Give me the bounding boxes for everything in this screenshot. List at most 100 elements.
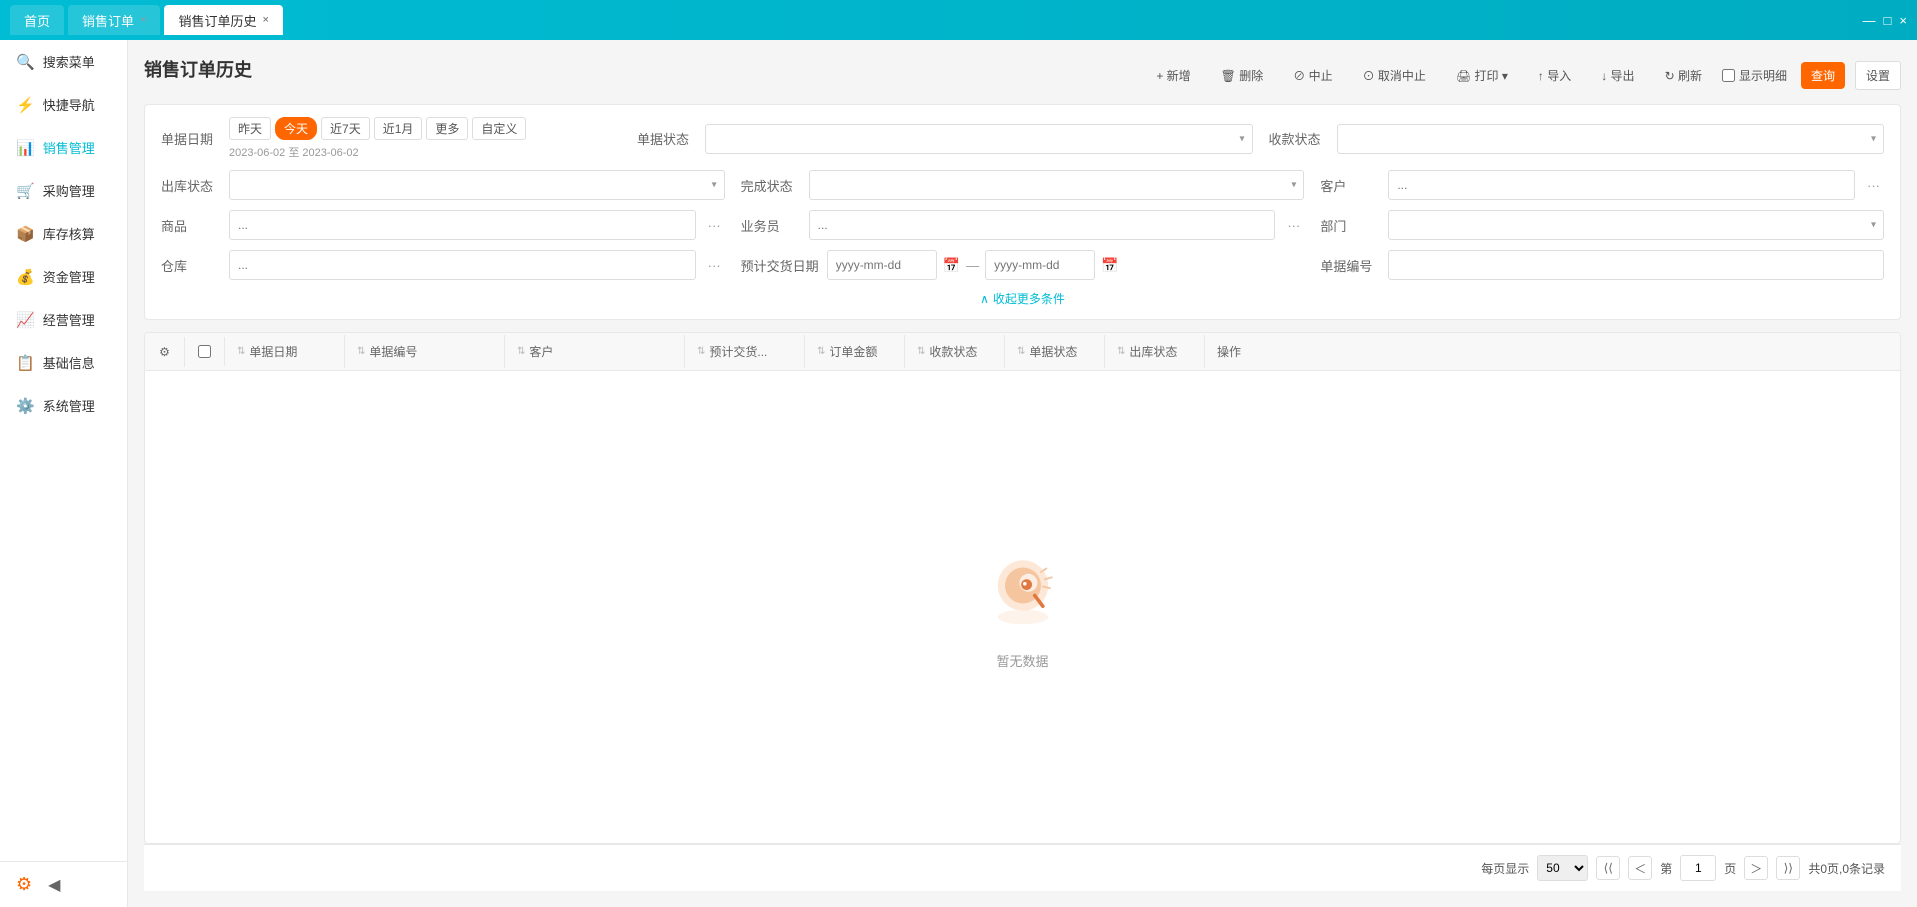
tab-sales-order[interactable]: 销售订单 × (68, 5, 160, 35)
total-label: 共0页,0条记录 (1808, 860, 1885, 877)
th-date-label: 单据日期 (249, 343, 297, 360)
page-size-select[interactable]: 50 10 20 100 (1537, 855, 1588, 881)
outbound-status-select-wrapper: ▾ (229, 170, 725, 200)
stop-button[interactable]: ⊘ 中止 (1283, 62, 1342, 89)
delivery-date-end[interactable] (985, 250, 1095, 280)
customer-dots-icon[interactable]: ··· (1863, 178, 1884, 193)
tab-sales-order-history[interactable]: 销售订单历史 × (164, 5, 282, 35)
prev-page-button[interactable]: ＜ (1628, 856, 1652, 880)
sort-amount-icon[interactable]: ⇅ (817, 346, 825, 357)
date-yesterday[interactable]: 昨天 (229, 117, 271, 140)
delivery-date-field: 预计交货日期 📅 — 📅 (741, 250, 1305, 280)
product-input[interactable] (229, 210, 696, 240)
th-status: ⇅ 单据状态 (1005, 335, 1105, 368)
th-settings[interactable]: ⚙ (145, 337, 185, 367)
new-button[interactable]: + 新增 (1146, 62, 1200, 89)
tab-bar: 首页 销售订单 × 销售订单历史 × (10, 5, 1863, 35)
th-delivery-label: 预计交货... (709, 343, 767, 360)
table-container: ⚙ ⇅ 单据日期 ⇅ 单据编号 ⇅ 客户 ⇅ (144, 332, 1901, 844)
purchase-mgmt-icon: 🛒 (16, 182, 35, 200)
sidebar-collapse-icon[interactable]: ◀ (48, 875, 60, 895)
product-field: 商品 ··· (161, 210, 725, 240)
sort-outbound-icon[interactable]: ⇅ (1117, 346, 1125, 357)
completion-status-field: 完成状态 ▾ (741, 170, 1305, 200)
date-7days[interactable]: 近7天 (321, 117, 370, 140)
tab-home[interactable]: 首页 (10, 5, 64, 35)
customer-input[interactable] (1388, 170, 1855, 200)
payment-status-field: 收款状态 ▾ (1269, 124, 1885, 154)
product-dots-icon[interactable]: ··· (704, 218, 725, 233)
main-layout: 🔍 搜索菜单 ⚡ 快捷导航 📊 销售管理 🛒 采购管理 📦 库存核算 💰 资金管… (0, 40, 1917, 907)
sidebar-item-operations-mgmt[interactable]: 📈 经营管理 (0, 298, 127, 341)
sidebar-item-sales-mgmt[interactable]: 📊 销售管理 (0, 126, 127, 169)
sidebar-item-system-mgmt[interactable]: ⚙️ 系统管理 (0, 384, 127, 427)
close-sales-order-tab[interactable]: × (140, 14, 146, 26)
payment-status-select[interactable] (1337, 124, 1885, 154)
order-status-select[interactable] (705, 124, 1253, 154)
sidebar: 🔍 搜索菜单 ⚡ 快捷导航 📊 销售管理 🛒 采购管理 📦 库存核算 💰 资金管… (0, 40, 128, 907)
date-more[interactable]: 更多 (426, 117, 468, 140)
sidebar-item-basic-info[interactable]: 📋 基础信息 (0, 341, 127, 384)
settings-button[interactable]: 设置 (1855, 61, 1901, 90)
select-all-checkbox[interactable] (198, 345, 211, 358)
salesperson-dots-icon[interactable]: ··· (1283, 218, 1304, 233)
window-close-button[interactable]: × (1899, 13, 1907, 28)
department-field: 部门 ▾ (1320, 210, 1884, 240)
sales-mgmt-icon: 📊 (16, 139, 35, 157)
sort-customer-icon[interactable]: ⇅ (517, 346, 525, 357)
sidebar-item-sales-mgmt-label: 销售管理 (43, 138, 95, 157)
warehouse-dots-icon[interactable]: ··· (704, 258, 725, 273)
delete-button[interactable]: 🗑 删除 (1211, 62, 1274, 89)
import-button[interactable]: ↑ 导入 (1528, 62, 1581, 89)
outbound-status-select[interactable] (229, 170, 725, 200)
completion-status-select[interactable] (809, 170, 1305, 200)
sidebar-item-search-menu[interactable]: 🔍 搜索菜单 (0, 40, 127, 83)
refresh-button[interactable]: ↻ 刷新 (1655, 62, 1712, 89)
delivery-date-end-calendar-icon[interactable]: 📅 (1101, 257, 1118, 274)
cancel-stop-button[interactable]: ⊙ 取消中止 (1353, 62, 1436, 89)
delivery-date-start[interactable] (827, 250, 937, 280)
export-button[interactable]: ↓ 导出 (1591, 62, 1644, 89)
date-custom[interactable]: 自定义 (472, 117, 526, 140)
sort-status-icon[interactable]: ⇅ (1017, 346, 1025, 357)
delivery-date-start-calendar-icon[interactable]: 📅 (943, 257, 960, 274)
collapse-filter-row[interactable]: ∧ 收起更多条件 (161, 290, 1884, 307)
sort-payment-icon[interactable]: ⇅ (917, 346, 925, 357)
salesperson-input[interactable] (809, 210, 1276, 240)
product-label: 商品 (161, 216, 221, 235)
last-page-button[interactable]: ⟩⟩ (1776, 856, 1800, 880)
tab-sales-order-history-label: 销售订单历史 (178, 11, 256, 30)
sort-delivery-icon[interactable]: ⇅ (697, 346, 705, 357)
print-button[interactable]: 🖨 打印 ▾ (1446, 62, 1518, 89)
date-1month[interactable]: 近1月 (374, 117, 423, 140)
department-select[interactable] (1388, 210, 1884, 240)
maximize-button[interactable]: □ (1884, 13, 1892, 28)
date-today[interactable]: 今天 (275, 117, 317, 140)
query-button[interactable]: 查询 (1801, 62, 1845, 89)
order-number-input[interactable] (1388, 250, 1884, 280)
th-checkbox[interactable] (185, 337, 225, 366)
page-title: 销售订单历史 (144, 56, 252, 82)
warehouse-input[interactable] (229, 250, 696, 280)
display-cols-option[interactable]: 显示明细 (1722, 67, 1787, 84)
pagination: 每页显示 50 10 20 100 ⟨⟨ ＜ 第 页 ＞ ⟩⟩ 共0页,0条记录 (144, 844, 1901, 891)
completion-status-label: 完成状态 (741, 176, 801, 195)
page-number-input[interactable] (1680, 855, 1716, 881)
close-sales-order-history-tab[interactable]: × (262, 14, 268, 26)
display-cols-checkbox[interactable] (1722, 69, 1735, 82)
sort-number-icon[interactable]: ⇅ (357, 346, 365, 357)
next-page-button[interactable]: ＞ (1744, 856, 1768, 880)
delivery-date-label: 预计交货日期 (741, 256, 819, 275)
payment-status-label: 收款状态 (1269, 129, 1329, 148)
settings-gear-icon: ⚙ (159, 345, 170, 359)
first-page-button[interactable]: ⟨⟨ (1596, 856, 1620, 880)
sidebar-item-finance-mgmt[interactable]: 💰 资金管理 (0, 255, 127, 298)
sort-date-icon[interactable]: ⇅ (237, 346, 245, 357)
sidebar-item-purchase-mgmt[interactable]: 🛒 采购管理 (0, 169, 127, 212)
filter-row-2: 出库状态 ▾ 完成状态 ▾ (161, 170, 1884, 200)
sidebar-item-quick-nav[interactable]: ⚡ 快捷导航 (0, 83, 127, 126)
minimize-button[interactable]: — (1863, 13, 1876, 28)
th-date: ⇅ 单据日期 (225, 335, 345, 368)
sidebar-item-inventory-check[interactable]: 📦 库存核算 (0, 212, 127, 255)
sidebar-settings-icon[interactable]: ⚙ (16, 874, 32, 895)
